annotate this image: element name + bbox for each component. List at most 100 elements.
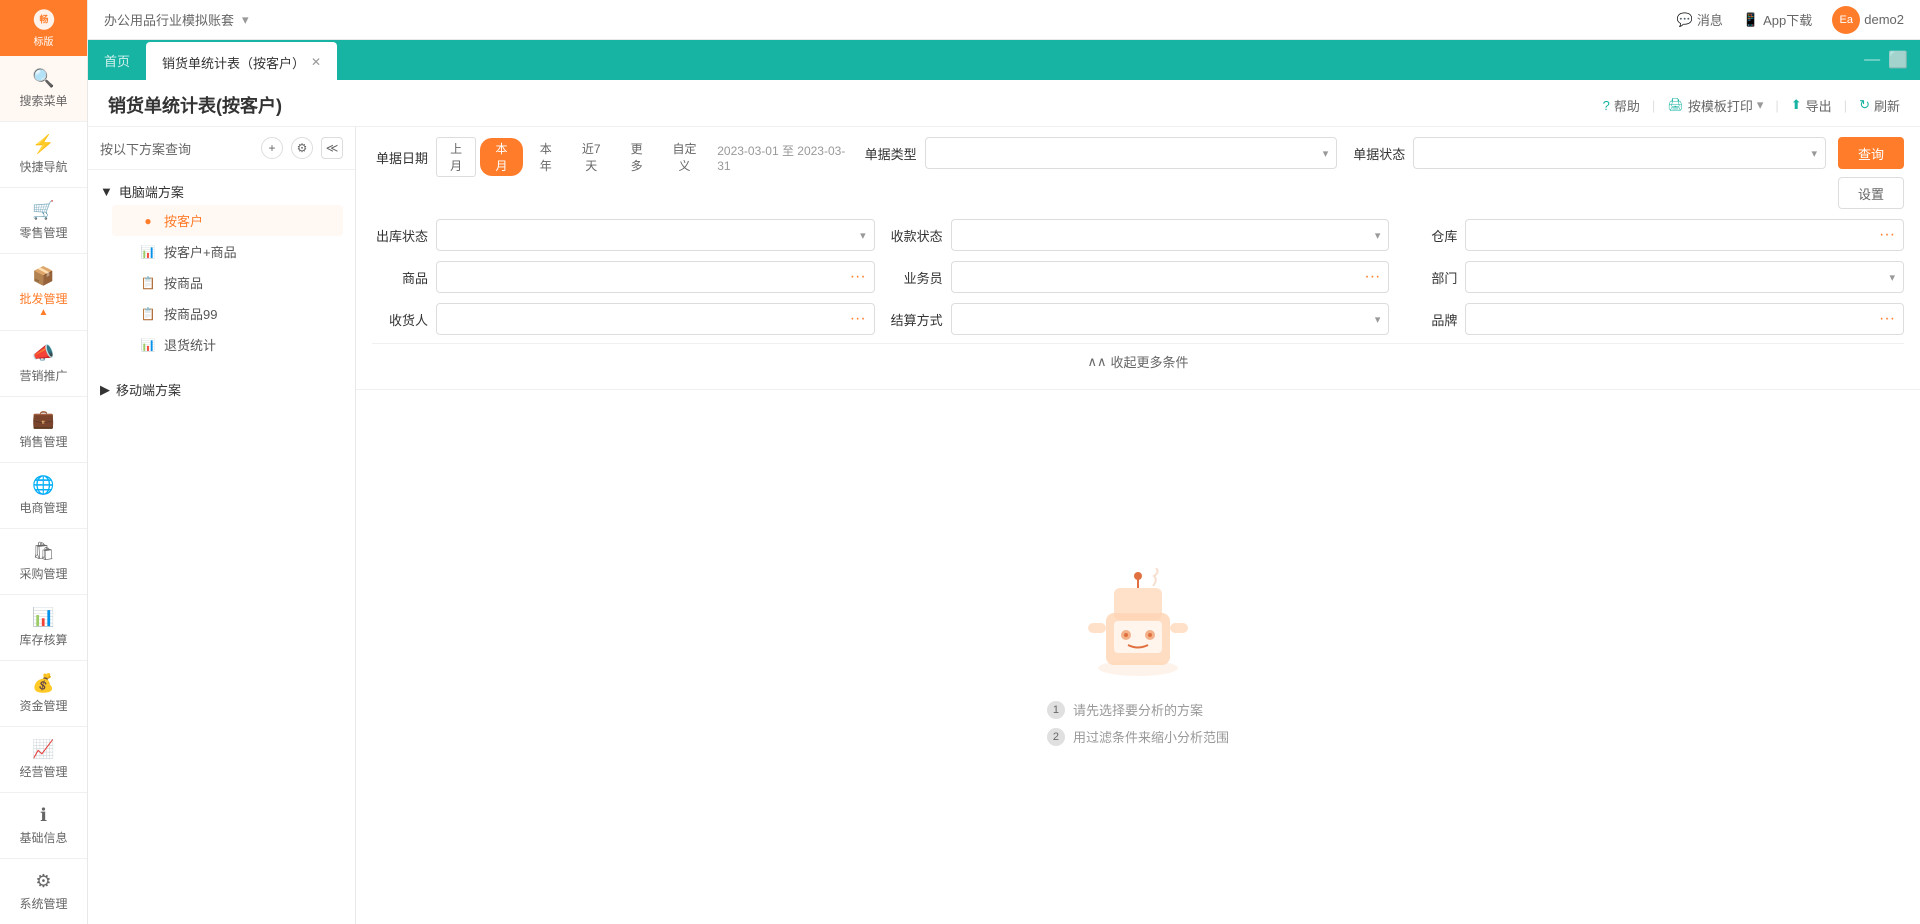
desktop-group-label: 电脑端方案 [119,182,184,201]
scheme-item-by-goods[interactable]: 📋 按商品 [112,267,343,298]
mobile-group-expand-icon: ▶ [100,382,110,398]
recv-status-control[interactable]: ▾ [951,219,1390,251]
scheme-desktop-group: ▼ 电脑端方案 ● 按客户 📊 按客户+商品 📋 [88,170,355,368]
scheme-item-by-customer[interactable]: ● 按客户 [112,205,343,236]
collapse-up-icon: ∧∧ [1087,354,1106,370]
divider-1: | [1652,98,1655,113]
sidebar-item-finance[interactable]: 💰 资金管理 [0,661,87,727]
scheme-panel: 按以下方案查询 + ⚙ ≪ ▼ 电脑端方案 ● [88,127,356,924]
tab-home[interactable]: 首页 [88,40,146,80]
doc-type-control[interactable]: ▾ [925,137,1338,169]
sidebar-item-operations-label: 经营管理 [19,763,67,780]
system-dropdown-icon[interactable]: ▾ [242,12,249,28]
dept-label: 部门 [1401,268,1457,287]
help-button[interactable]: ? 帮助 [1603,96,1640,115]
date-btn-this-year[interactable]: 本年 [527,138,565,176]
date-btn-this-month[interactable]: 本月 [480,138,522,176]
scheme-item-return-stats[interactable]: 📊 退货统计 [112,329,343,360]
app-download-button[interactable]: 📱 App下载 [1743,10,1812,29]
scheme-mobile-group-title[interactable]: ▶ 移动端方案 [100,376,343,403]
window-maximize-icon[interactable]: ⬜ [1888,50,1908,70]
sidebar-item-operations[interactable]: 📈 经营管理 [0,727,87,793]
scheme-add-button[interactable]: + [261,137,283,159]
template-print-button[interactable]: 🖨 按模板打印 ▾ [1667,96,1763,115]
sidebar-item-retail[interactable]: 🛒 零售管理 [0,188,87,254]
by-goods-99-icon: 📋 [140,306,156,322]
return-stats-icon: 📊 [140,337,156,353]
receiver-dots-icon: ··· [850,310,866,328]
receiver-control[interactable]: ··· [436,303,875,335]
sidebar-item-wholesale[interactable]: 📦 批发管理 ▲ [0,254,87,331]
tab-sales-stats[interactable]: 销货单统计表（按客户） ✕ [146,42,337,82]
scheme-item-by-goods-99[interactable]: 📋 按商品99 [112,298,343,329]
goods-control[interactable]: ··· [436,261,875,293]
search-button[interactable]: 查询 [1838,137,1904,169]
export-button[interactable]: ⬆ 导出 [1791,96,1832,115]
brand-label: 品牌 [1401,310,1457,329]
salesman-filter: 业务员 ··· [887,261,1390,293]
sidebar-item-inventory[interactable]: 📊 库存核算 [0,595,87,661]
sidebar-item-quicknav[interactable]: ⚡ 快捷导航 [0,122,87,188]
doc-status-filter-item: 单据状态 ▾ [1349,137,1826,169]
warehouse-control[interactable]: ··· [1465,219,1904,251]
sidebar-item-basic[interactable]: ℹ 基础信息 [0,793,87,859]
scheme-desktop-group-title[interactable]: ▼ 电脑端方案 [100,178,343,205]
avatar-text: Ea [1840,14,1853,26]
settings-button[interactable]: 设置 [1838,177,1904,209]
sidebar-item-system[interactable]: ⚙ 系统管理 [0,859,87,924]
tab-close-icon[interactable]: ✕ [311,55,321,69]
window-minimize-icon[interactable]: — [1864,51,1880,69]
filter-area: 单据日期 上月 本月 本年 近7天 更多 自定义 2023-03-01 至 20… [356,127,1920,390]
svg-text:畅: 畅 [39,14,48,25]
sidebar: 畅 标版 🔍 搜索菜单 ⚡ 快捷导航 🛒 零售管理 📦 批发管理 ▲ 📣 营销推… [0,0,88,924]
top-bar: 办公用品行业模拟账套 ▾ 💬 消息 📱 App下载 Ea demo2 [88,0,1920,40]
recv-status-dropdown-icon: ▾ [1375,229,1381,242]
date-btn-last-month[interactable]: 上月 [436,137,476,177]
goods-label: 商品 [372,268,428,287]
payment-dropdown-icon: ▾ [1375,313,1381,326]
scheme-item-by-customer-goods[interactable]: 📊 按客户+商品 [112,236,343,267]
logo-area: 畅 标版 [0,0,87,56]
dept-control[interactable]: ▾ [1465,261,1904,293]
refresh-icon: ↻ [1859,97,1870,113]
scheme-desktop-items: ● 按客户 📊 按客户+商品 📋 按商品 📋 [100,205,343,360]
sidebar-item-purchase[interactable]: 🛍 采购管理 [0,529,87,595]
quicknav-icon: ⚡ [32,134,54,155]
sidebar-item-search[interactable]: 🔍 搜索菜单 [0,56,87,122]
sidebar-item-marketing[interactable]: 📣 营销推广 [0,331,87,397]
out-status-control[interactable]: ▾ [436,219,875,251]
payment-control[interactable]: ▾ [951,303,1390,335]
right-panel: 单据日期 上月 本月 本年 近7天 更多 自定义 2023-03-01 至 20… [356,127,1920,924]
scheme-header-actions: + ⚙ ≪ [261,137,343,159]
refresh-button[interactable]: ↻ 刷新 [1859,96,1900,115]
sidebar-item-ecommerce-label: 电商管理 [19,499,67,516]
scheme-settings-button[interactable]: ⚙ [291,137,313,159]
scheme-mobile-group: ▶ 移动端方案 [88,368,355,411]
brand-control[interactable]: ··· [1465,303,1904,335]
help-label: 帮助 [1614,96,1640,115]
action-buttons: 查询 设置 [1838,137,1904,209]
sidebar-item-ecommerce[interactable]: 🌐 电商管理 [0,463,87,529]
print-icon: 🖨 [1667,97,1684,113]
scheme-collapse-button[interactable]: ≪ [321,137,343,159]
doc-status-control[interactable]: ▾ [1413,137,1826,169]
tab-bar: 首页 销货单统计表（按客户） ✕ — ⬜ [88,40,1920,80]
empty-tips: 1 请先选择要分析的方案 2 用过滤条件来缩小分析范围 [1047,700,1229,746]
by-goods-label: 按商品 [164,273,203,292]
goods-dots-icon: ··· [850,268,866,286]
salesman-control[interactable]: ··· [951,261,1390,293]
template-print-dropdown[interactable]: ▾ [1757,97,1764,113]
download-icon: 📱 [1743,12,1759,28]
date-btn-last-7[interactable]: 近7天 [569,138,614,176]
purchase-icon: 🛍 [32,541,55,562]
message-button[interactable]: 💬 消息 [1677,10,1723,29]
sidebar-item-sales[interactable]: 💼 销售管理 [0,397,87,463]
collapse-more-button[interactable]: ∧∧ 收起更多条件 [372,343,1904,379]
dept-filter: 部门 ▾ [1401,261,1904,293]
recv-status-filter: 收款状态 ▾ [887,219,1390,251]
user-area[interactable]: Ea demo2 [1832,6,1904,34]
date-btn-more[interactable]: 更多 [617,138,655,176]
warehouse-filter: 仓库 ··· [1401,219,1904,251]
page-title: 销货单统计表(按客户) [108,92,282,118]
date-btn-custom[interactable]: 自定义 [660,138,709,176]
